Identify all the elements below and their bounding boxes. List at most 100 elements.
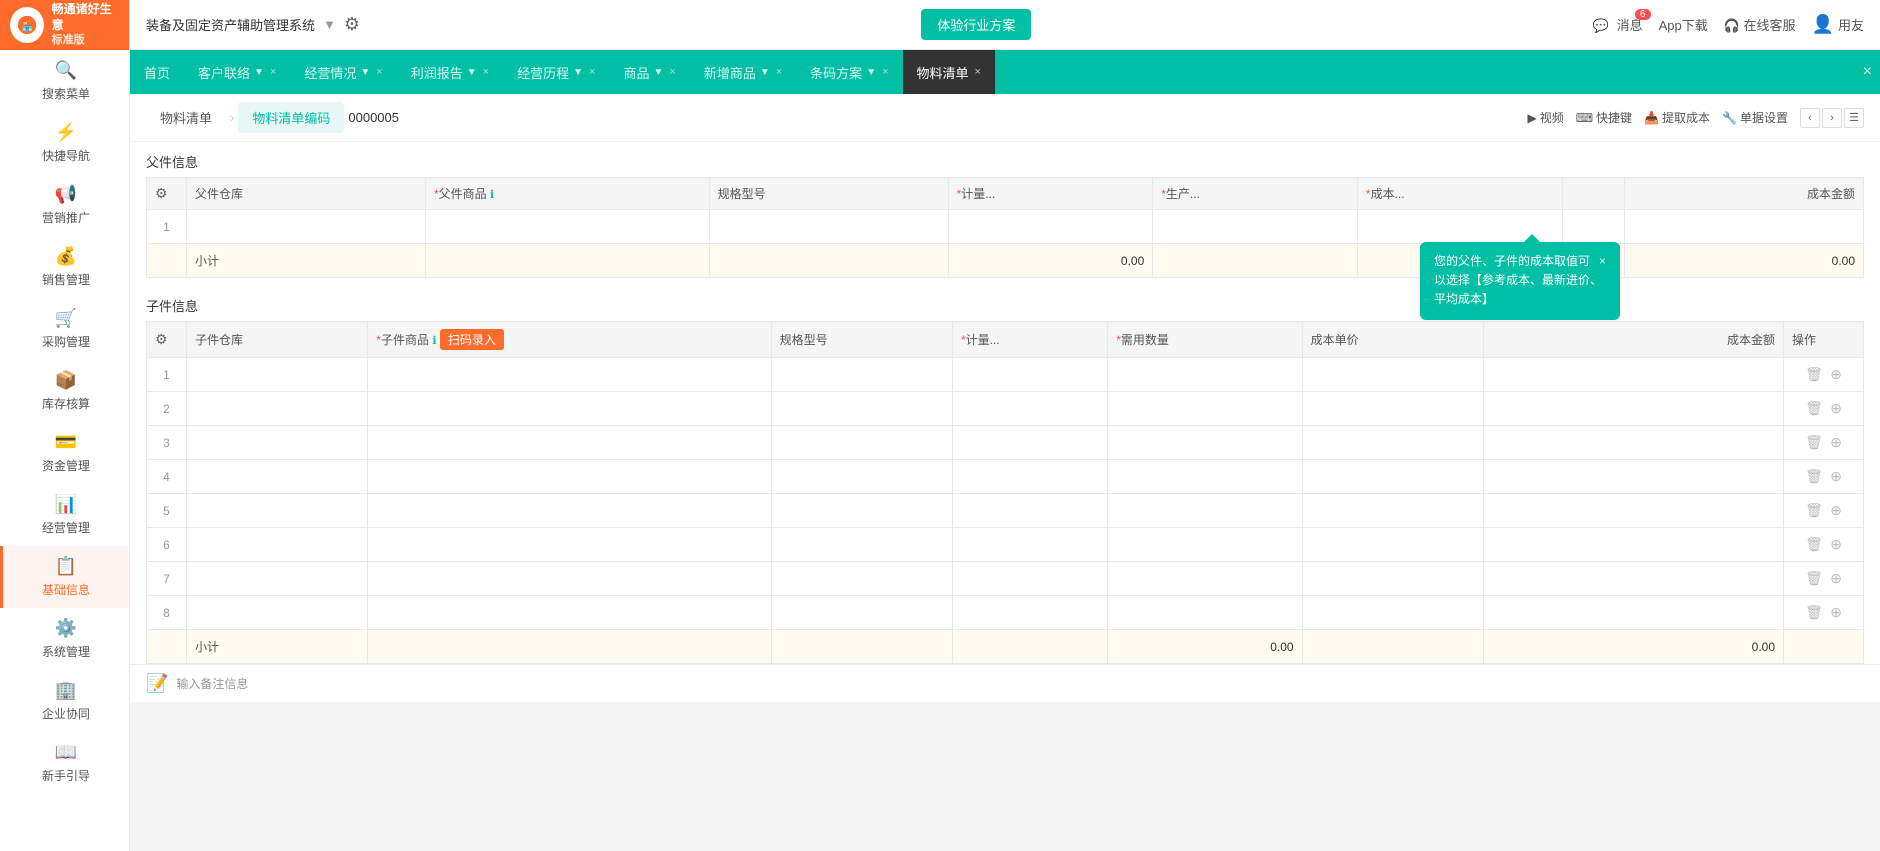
copy-row-6-button[interactable]: ⊕	[1830, 536, 1842, 552]
child-row-5-goods[interactable]	[368, 494, 771, 528]
menu-button[interactable]: ☰	[1844, 108, 1864, 128]
child-row-3-warehouse[interactable]	[187, 426, 368, 460]
child-row-4-warehouse[interactable]	[187, 460, 368, 494]
parent-row-1-warehouse[interactable]	[187, 210, 426, 244]
copy-row-1-button[interactable]: ⊕	[1830, 366, 1842, 382]
th-parent-settings[interactable]: ⚙	[147, 178, 187, 210]
child-row-5-qty[interactable]	[952, 494, 1107, 528]
sidebar-item-purchase[interactable]: 🛒 采购管理	[0, 298, 129, 360]
tab-operations-close[interactable]: ×	[376, 66, 382, 78]
tab-barcode-close[interactable]: ×	[882, 66, 888, 78]
child-row-8-goods[interactable]	[368, 596, 771, 630]
sidebar-item-inventory[interactable]: 📦 库存核算	[0, 360, 129, 422]
child-row-2-need-qty[interactable]	[1108, 392, 1302, 426]
online-service-button[interactable]: 🎧 在线客服	[1724, 15, 1796, 34]
trial-button[interactable]: 体验行业方案	[921, 9, 1031, 40]
delete-row-8-button[interactable]: 🗑	[1805, 604, 1823, 620]
user-button[interactable]: 👤 用友	[1812, 14, 1864, 35]
single-settings-button[interactable]: 🔧 单据设置	[1722, 109, 1788, 126]
child-row-3-spec[interactable]	[771, 426, 952, 460]
sidebar-item-operations[interactable]: 📊 经营管理	[0, 484, 129, 546]
tab-customer-close[interactable]: ×	[270, 66, 276, 78]
parent-row-1-qty[interactable]	[948, 210, 1153, 244]
copy-row-4-button[interactable]: ⊕	[1830, 468, 1842, 484]
child-row-1-need-qty[interactable]	[1108, 358, 1302, 392]
child-row-4-goods[interactable]	[368, 460, 771, 494]
tab-profit[interactable]: 利润报告 ▼ ×	[397, 50, 503, 94]
sidebar-item-finance[interactable]: 💳 资金管理	[0, 422, 129, 484]
note-placeholder[interactable]: 输入备注信息	[176, 675, 248, 692]
child-row-7-goods[interactable]	[368, 562, 771, 596]
child-row-2-goods[interactable]	[368, 392, 771, 426]
th-child-settings[interactable]: ⚙	[147, 322, 187, 358]
tab-new-goods[interactable]: 新增商品 ▼ ×	[690, 50, 796, 94]
child-row-8-unit-cost[interactable]	[1302, 596, 1483, 630]
child-row-3-unit-cost[interactable]	[1302, 426, 1483, 460]
child-row-4-qty[interactable]	[952, 460, 1107, 494]
child-row-6-goods[interactable]	[368, 528, 771, 562]
child-row-5-unit-cost[interactable]	[1302, 494, 1483, 528]
child-row-7-spec[interactable]	[771, 562, 952, 596]
tooltip-close-button[interactable]: ×	[1599, 252, 1606, 271]
tab-home[interactable]: 首页	[130, 50, 184, 94]
child-row-4-spec[interactable]	[771, 460, 952, 494]
tab-history-close[interactable]: ×	[589, 66, 595, 78]
child-row-3-qty[interactable]	[952, 426, 1107, 460]
breadcrumb-bom-code[interactable]: 物料清单编码	[238, 102, 344, 133]
child-row-6-need-qty[interactable]	[1108, 528, 1302, 562]
child-row-7-warehouse[interactable]	[187, 562, 368, 596]
child-row-2-spec[interactable]	[771, 392, 952, 426]
close-all-tabs-button[interactable]: ×	[1855, 63, 1880, 81]
scan-input-button[interactable]: 扫码录入	[440, 329, 504, 350]
child-row-6-spec[interactable]	[771, 528, 952, 562]
message-button[interactable]: 💬 6 消息	[1593, 15, 1643, 34]
tab-barcode[interactable]: 条码方案 ▼ ×	[796, 50, 902, 94]
tab-bom[interactable]: 物料清单 ×	[903, 50, 995, 94]
sidebar-item-basics[interactable]: 📋 基础信息	[0, 546, 129, 608]
parent-row-1-produce[interactable]	[1153, 210, 1358, 244]
tab-new-goods-close[interactable]: ×	[776, 66, 782, 78]
child-row-4-unit-cost[interactable]	[1302, 460, 1483, 494]
tab-goods-close[interactable]: ×	[669, 66, 675, 78]
tab-history[interactable]: 经营历程 ▼ ×	[503, 50, 609, 94]
child-row-5-warehouse[interactable]	[187, 494, 368, 528]
child-row-8-qty[interactable]	[952, 596, 1107, 630]
child-row-7-need-qty[interactable]	[1108, 562, 1302, 596]
child-row-2-warehouse[interactable]	[187, 392, 368, 426]
child-row-6-warehouse[interactable]	[187, 528, 368, 562]
view-video-button[interactable]: ▶ 视频	[1527, 109, 1563, 126]
delete-row-3-button[interactable]: 🗑	[1805, 434, 1823, 450]
shortcut-button[interactable]: ⌨ 快捷键	[1576, 109, 1632, 126]
child-row-2-qty[interactable]	[952, 392, 1107, 426]
child-row-6-unit-cost[interactable]	[1302, 528, 1483, 562]
tab-customer[interactable]: 客户联络 ▼ ×	[184, 50, 290, 94]
child-row-7-qty[interactable]	[952, 562, 1107, 596]
child-row-8-need-qty[interactable]	[1108, 596, 1302, 630]
sidebar-item-search[interactable]: 🔍 搜索菜单	[0, 50, 129, 112]
sidebar-item-guide[interactable]: 📖 新手引导	[0, 732, 129, 794]
tab-bom-close[interactable]: ×	[975, 66, 981, 78]
child-row-1-goods[interactable]	[368, 358, 771, 392]
parent-row-1-spec[interactable]	[709, 210, 948, 244]
app-download-button[interactable]: App下载	[1659, 15, 1708, 34]
breadcrumb-bom-list[interactable]: 物料清单	[146, 102, 226, 133]
tab-goods[interactable]: 商品 ▼ ×	[609, 50, 689, 94]
extract-cost-button[interactable]: 📥 提取成本	[1644, 109, 1710, 126]
sidebar-item-sales[interactable]: 💰 销售管理	[0, 236, 129, 298]
child-row-5-need-qty[interactable]	[1108, 494, 1302, 528]
tab-operations[interactable]: 经营情况 ▼ ×	[290, 50, 396, 94]
child-row-2-unit-cost[interactable]	[1302, 392, 1483, 426]
tab-profit-close[interactable]: ×	[483, 66, 489, 78]
child-row-8-warehouse[interactable]	[187, 596, 368, 630]
sidebar-item-enterprise[interactable]: 🏢 企业协同	[0, 670, 129, 732]
gear-settings-button[interactable]: ⚙	[344, 14, 360, 35]
sidebar-item-marketing[interactable]: 📢 营销推广	[0, 174, 129, 236]
copy-row-2-button[interactable]: ⊕	[1830, 400, 1842, 416]
child-row-5-spec[interactable]	[771, 494, 952, 528]
child-row-6-qty[interactable]	[952, 528, 1107, 562]
copy-row-5-button[interactable]: ⊕	[1830, 502, 1842, 518]
child-row-7-unit-cost[interactable]	[1302, 562, 1483, 596]
child-row-3-goods[interactable]	[368, 426, 771, 460]
delete-row-6-button[interactable]: 🗑	[1805, 536, 1823, 552]
delete-row-5-button[interactable]: 🗑	[1805, 502, 1823, 518]
